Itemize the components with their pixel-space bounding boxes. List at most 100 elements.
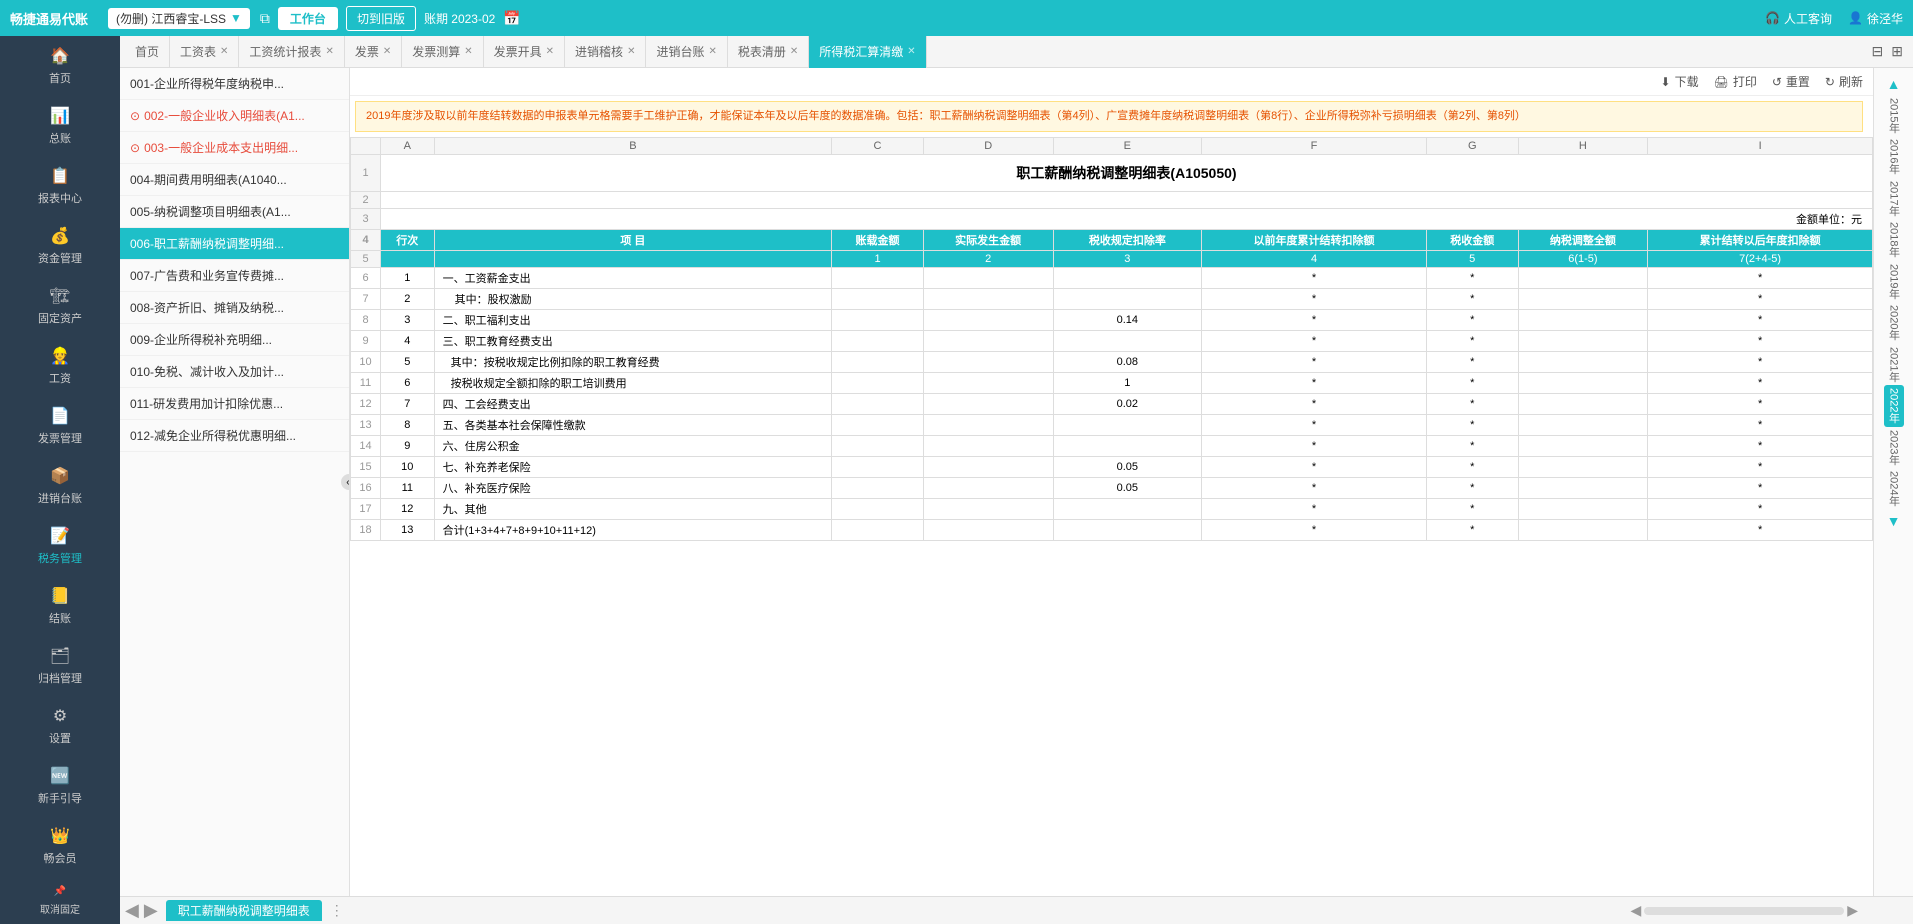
list-item-006[interactable]: 006-职工薪酬纳税调整明细...	[120, 228, 349, 260]
year-2022[interactable]: 2022年	[1884, 385, 1904, 426]
user-avatar[interactable]: 👤 徐泾华	[1848, 10, 1903, 27]
sidebar-item-settlement[interactable]: 📒 结账	[0, 576, 120, 636]
tab-close-payroll[interactable]: ✕	[220, 46, 228, 57]
sidebar-item-invoice[interactable]: 📄 发票管理	[0, 396, 120, 456]
tab-payroll[interactable]: 工资表✕	[170, 36, 239, 68]
sheet-menu-icon[interactable]: ⋮	[330, 902, 344, 919]
tab-close-invoice-calc[interactable]: ✕	[464, 46, 472, 57]
pin-icon: 📌	[54, 886, 66, 897]
workspace-button[interactable]: 工作台	[278, 7, 338, 30]
tab-close-tax-list[interactable]: ✕	[790, 46, 798, 57]
year-2020[interactable]: 2020年	[1884, 302, 1904, 343]
notice-bar: 2019年度涉及取以前年度结转数据的申报表单元格需要手工维护正确，才能保证本年及…	[355, 101, 1863, 132]
col-header-D: D	[923, 137, 1053, 154]
list-item-001[interactable]: 001-企业所得税年度纳税申...	[120, 68, 349, 100]
sidebar-item-archive[interactable]: 🗂 归档管理	[0, 636, 120, 696]
tab-invoice[interactable]: 发票✕	[345, 36, 402, 68]
collapse-panel-button[interactable]: «	[341, 474, 350, 490]
scroll-right-icon[interactable]: ▶	[1847, 902, 1858, 919]
table-row: 18 13 合计(1+3+4+7+8+9+10+11+12) * * *	[351, 519, 1873, 540]
tab-purchase-ledger[interactable]: 进销台账✕	[646, 36, 727, 68]
tab-purchase-check[interactable]: 进销稽核✕	[565, 36, 646, 68]
tab-invoice-calc[interactable]: 发票测算✕	[402, 36, 483, 68]
download-button[interactable]: ⬇ 下载	[1661, 73, 1699, 90]
horizontal-scrollbar[interactable]	[1644, 907, 1844, 915]
tab-payroll-stats[interactable]: 工资统计报表✕	[239, 36, 344, 68]
tax-icon: 📝	[50, 526, 70, 546]
sidebar-item-reports[interactable]: 📋 报表中心	[0, 156, 120, 216]
tab-invoice-open[interactable]: 发票开具✕	[484, 36, 565, 68]
year-2015[interactable]: 2015年	[1884, 95, 1904, 136]
year-2017[interactable]: 2017年	[1884, 178, 1904, 219]
year-nav-up[interactable]: ▲	[1884, 73, 1904, 95]
table-area[interactable]: A B C D E F G H I	[350, 137, 1873, 897]
year-2016[interactable]: 2016年	[1884, 136, 1904, 177]
tab-tax-list[interactable]: 税表清册✕	[728, 36, 809, 68]
sidebar-item-purchases[interactable]: 📦 进销台账	[0, 456, 120, 516]
calendar-icon[interactable]: 📅	[503, 10, 520, 27]
tab-close-purchase-ledger[interactable]: ✕	[708, 46, 716, 57]
scroll-left-icon[interactable]: ◀	[1630, 902, 1641, 919]
list-item-011[interactable]: 011-研发费用加计扣除优惠...	[120, 388, 349, 420]
sidebar-item-tax[interactable]: 📝 税务管理	[0, 516, 120, 576]
top-bar-right: 🎧 人工客询 👤 徐泾华	[1765, 10, 1903, 27]
list-item-002[interactable]: ⊙002-一般企业收入明细表(A1...	[120, 100, 349, 132]
avatar-icon: 👤	[1848, 11, 1863, 25]
tab-close-invoice-open[interactable]: ✕	[546, 46, 554, 57]
year-2024[interactable]: 2024年	[1884, 468, 1904, 509]
tab-close-income-tax[interactable]: ✕	[907, 46, 915, 57]
tab-maximize-icon[interactable]: ⊞	[1891, 43, 1903, 60]
left-panel: 001-企业所得税年度纳税申... ⊙002-一般企业收入明细表(A1... ⊙…	[120, 68, 350, 896]
bottom-bar: ◀ ▶ 职工薪酬纳税调整明细表 ⋮ ◀ ▶	[120, 896, 1913, 924]
reset-button[interactable]: ↺ 重置	[1772, 73, 1810, 90]
year-2019[interactable]: 2019年	[1884, 261, 1904, 302]
list-item-005[interactable]: 005-纳税调整项目明细表(A1...	[120, 196, 349, 228]
tab-close-payroll-stats[interactable]: ✕	[325, 46, 333, 57]
print-icon: 🖨	[1714, 75, 1729, 89]
col-item-header: 项 目	[434, 229, 832, 250]
period-label: 账期 2023-02	[424, 10, 495, 27]
col5-header: 税收金额	[1426, 229, 1518, 250]
sidebar-item-finance[interactable]: 💰 资金管理	[0, 216, 120, 276]
sidebar: 🏠 首页 📊 总账 📋 报表中心 💰 资金管理 🏗 固定资产 👷 工资 📄 发票…	[0, 36, 120, 924]
company-selector[interactable]: (勿删) 江西睿宝-LSS ▼	[108, 8, 250, 29]
sidebar-item-assets[interactable]: 🏗 固定资产	[0, 276, 120, 336]
sidebar-item-member[interactable]: 👑 畅会员	[0, 816, 120, 876]
sidebar-item-ledger[interactable]: 📊 总账	[0, 96, 120, 156]
list-item-012[interactable]: 012-减免企业所得税优惠明细...	[120, 420, 349, 452]
col-header-H: H	[1518, 137, 1648, 154]
sheet-nav-left[interactable]: ◀	[125, 900, 139, 921]
table-row: 16 11 八、补充医疗保险 0.05 * * *	[351, 477, 1873, 498]
list-item-009[interactable]: 009-企业所得税补充明细...	[120, 324, 349, 356]
sidebar-item-payroll[interactable]: 👷 工资	[0, 336, 120, 396]
print-button[interactable]: 🖨 打印	[1714, 73, 1757, 90]
content-area: 首页 工资表✕ 工资统计报表✕ 发票✕ 发票测算✕ 发票开具✕ 进销稽核✕ 进销…	[120, 36, 1913, 924]
list-item-007[interactable]: 007-广告费和业务宣传费摊...	[120, 260, 349, 292]
year-nav-down[interactable]: ▼	[1884, 510, 1904, 532]
sidebar-item-home[interactable]: 🏠 首页	[0, 36, 120, 96]
tab-close-purchase-check[interactable]: ✕	[627, 46, 635, 57]
invoice-icon: 📄	[50, 406, 70, 426]
sidebar-item-settings[interactable]: ⚙ 设置	[0, 696, 120, 756]
list-item-003[interactable]: ⊙003-一般企业成本支出明细...	[120, 132, 349, 164]
list-item-004[interactable]: 004-期间费用明细表(A1040...	[120, 164, 349, 196]
list-item-008[interactable]: 008-资产折旧、摊销及纳税...	[120, 292, 349, 324]
tab-income-tax[interactable]: 所得税汇算清缴✕	[809, 36, 926, 68]
table-row: 12 7 四、工会经费支出 0.02 * * *	[351, 393, 1873, 414]
year-2018[interactable]: 2018年	[1884, 219, 1904, 260]
sheet-tab-active[interactable]: 职工薪酬纳税调整明细表	[166, 900, 322, 921]
tab-close-invoice[interactable]: ✕	[383, 46, 391, 57]
refresh-button[interactable]: ↻ 刷新	[1825, 73, 1863, 90]
table-title: 职工薪酬纳税调整明细表(A105050)	[381, 154, 1873, 191]
human-service-button[interactable]: 🎧 人工客询	[1765, 10, 1832, 27]
unpin-button[interactable]: 📌 取消固定	[0, 876, 120, 924]
tab-home[interactable]: 首页	[125, 36, 170, 68]
list-item-010[interactable]: 010-免税、减计收入及加计...	[120, 356, 349, 388]
sheet-nav-right[interactable]: ▶	[144, 900, 158, 921]
year-2021[interactable]: 2021年	[1884, 344, 1904, 385]
tab-minimize-icon[interactable]: ⊟	[1872, 43, 1884, 60]
copy-icon[interactable]: ⧉	[260, 10, 270, 27]
year-2023[interactable]: 2023年	[1884, 427, 1904, 468]
old-version-button[interactable]: 切到旧版	[346, 6, 416, 31]
sidebar-item-guide[interactable]: 🆕 新手引导	[0, 756, 120, 816]
